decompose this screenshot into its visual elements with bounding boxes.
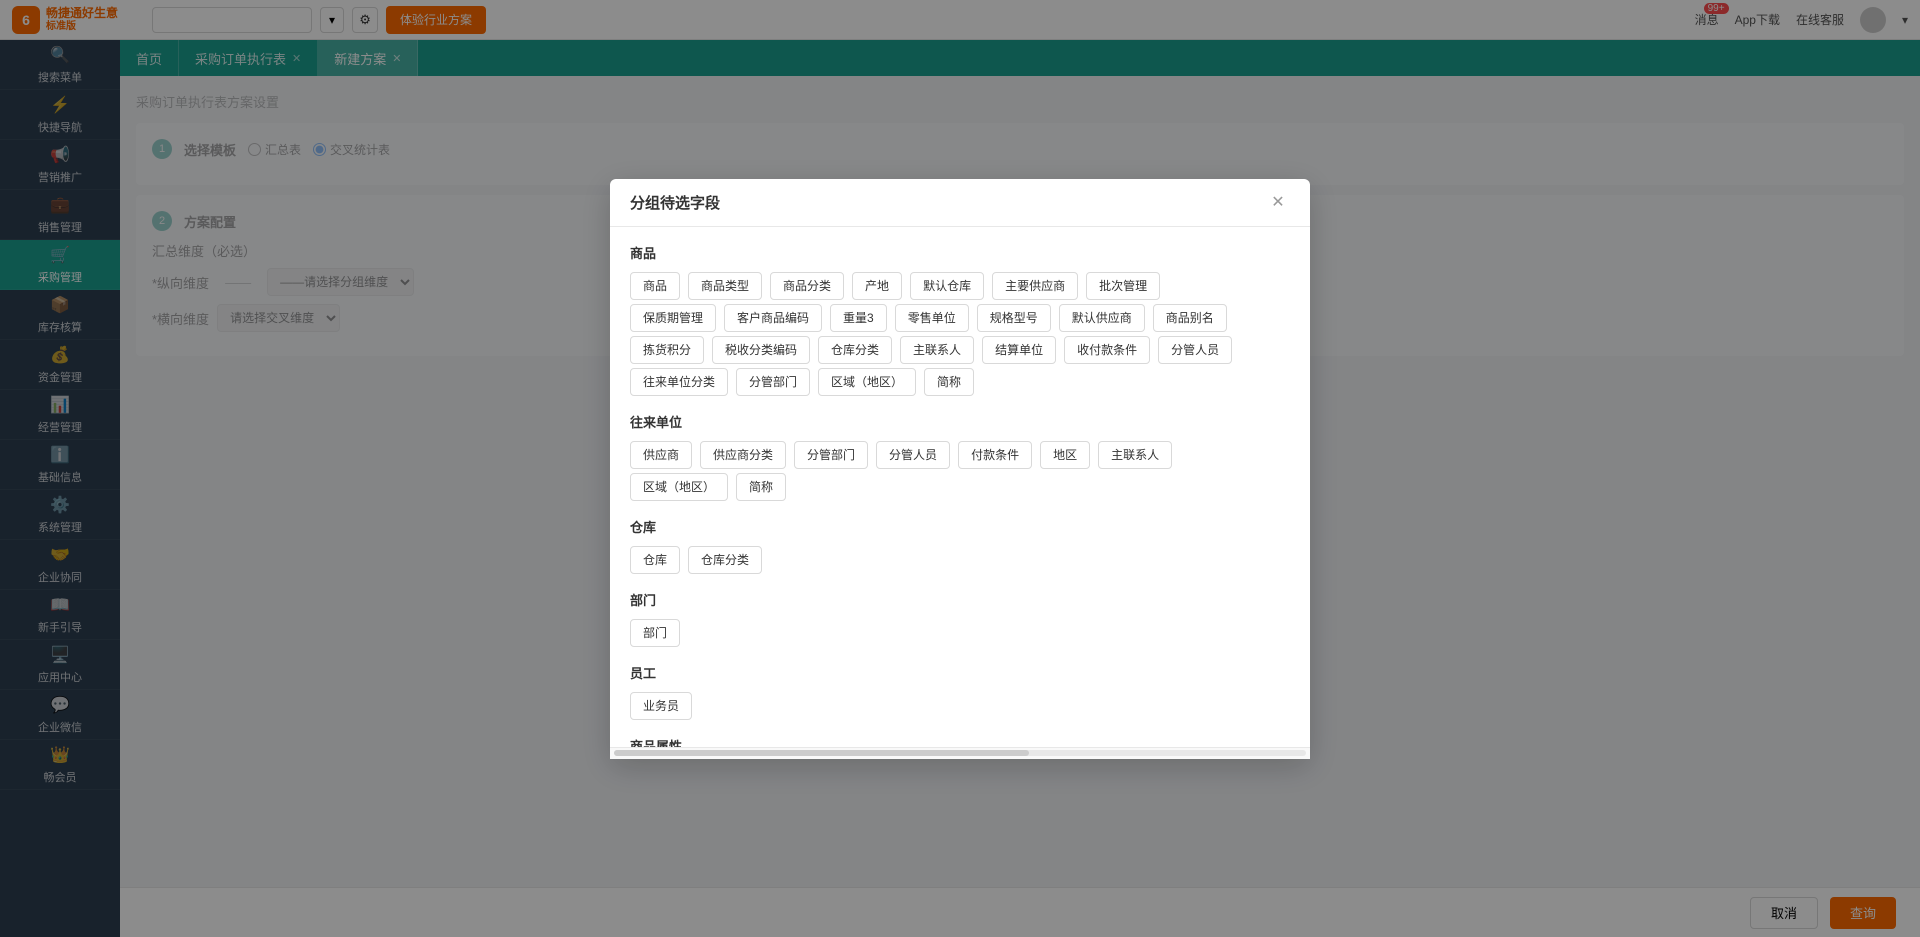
field-tag-origin[interactable]: 产地 (852, 272, 902, 300)
group-partners-tags-2: 区域（地区） 简称 (630, 473, 1290, 501)
field-tag-tax-code[interactable]: 税收分类编码 (712, 336, 810, 364)
field-tag-partner-supervisor[interactable]: 分管人员 (876, 441, 950, 469)
modal-body: 商品 商品 商品类型 商品分类 产地 默认仓库 主要供应商 批次管理 保质期管理… (610, 227, 1310, 747)
group-goods-tags-2: 保质期管理 客户商品编码 重量3 零售单位 规格型号 默认供应商 商品别名 (630, 304, 1290, 332)
group-partners-tags: 供应商 供应商分类 分管部门 分管人员 付款条件 地区 主联系人 (630, 441, 1290, 469)
field-tag-batch-mgmt[interactable]: 批次管理 (1086, 272, 1160, 300)
field-tag-abbr[interactable]: 简称 (924, 368, 974, 396)
field-tag-salesperson[interactable]: 业务员 (630, 692, 692, 720)
modal-footer-scrollbar[interactable] (610, 747, 1310, 759)
horizontal-scroll-track[interactable] (614, 750, 1306, 756)
field-selection-modal: 分组待选字段 ✕ 商品 商品 商品类型 商品分类 产地 默认仓库 主要供应商 批… (610, 179, 1310, 759)
field-tag-payment-terms[interactable]: 收付款条件 (1064, 336, 1150, 364)
modal-overlay: 分组待选字段 ✕ 商品 商品 商品类型 商品分类 产地 默认仓库 主要供应商 批… (0, 0, 1920, 937)
field-tag-region[interactable]: 区域（地区） (818, 368, 916, 396)
field-tag-goods-type[interactable]: 商品类型 (688, 272, 762, 300)
group-title-goods: 商品 (630, 243, 1290, 262)
modal-close-button[interactable]: ✕ (1266, 190, 1290, 214)
group-goods-tags-4: 往来单位分类 分管部门 区域（地区） 简称 (630, 368, 1290, 396)
field-tag-goods[interactable]: 商品 (630, 272, 680, 300)
field-tag-warehouse-cat[interactable]: 仓库分类 (688, 546, 762, 574)
field-tag-partner-abbr[interactable]: 简称 (736, 473, 786, 501)
field-tag-spec-model[interactable]: 规格型号 (977, 304, 1051, 332)
field-tag-weight3[interactable]: 重量3 (830, 304, 887, 332)
group-warehouse-tags: 仓库 仓库分类 (630, 546, 1290, 574)
field-tag-settlement-unit[interactable]: 结算单位 (982, 336, 1056, 364)
field-tag-main-contact[interactable]: 主联系人 (900, 336, 974, 364)
field-tag-retail-unit[interactable]: 零售单位 (895, 304, 969, 332)
field-tag-default-supplier[interactable]: 默认供应商 (1059, 304, 1145, 332)
horizontal-scroll-thumb[interactable] (614, 750, 1029, 756)
group-title-partners: 往来单位 (630, 412, 1290, 431)
field-tag-warehouse-category[interactable]: 仓库分类 (818, 336, 892, 364)
field-tag-customer-code[interactable]: 客户商品编码 (724, 304, 822, 332)
modal-header: 分组待选字段 ✕ (610, 179, 1310, 227)
group-goods-tags: 商品 商品类型 商品分类 产地 默认仓库 主要供应商 批次管理 (630, 272, 1290, 300)
group-title-warehouse: 仓库 (630, 517, 1290, 536)
modal-title: 分组待选字段 (630, 192, 720, 213)
field-tag-goods-category[interactable]: 商品分类 (770, 272, 844, 300)
field-tag-warehouse[interactable]: 仓库 (630, 546, 680, 574)
field-tag-partner-dept[interactable]: 分管部门 (794, 441, 868, 469)
field-tag-quality-period[interactable]: 保质期管理 (630, 304, 716, 332)
group-title-goods-attr: 商品属性 (630, 736, 1290, 747)
group-goods-tags-3: 拣货积分 税收分类编码 仓库分类 主联系人 结算单位 收付款条件 分管人员 (630, 336, 1290, 364)
field-tag-supplier[interactable]: 供应商 (630, 441, 692, 469)
field-tag-goods-alias[interactable]: 商品别名 (1153, 304, 1227, 332)
group-employee-tags: 业务员 (630, 692, 1290, 720)
field-tag-area[interactable]: 地区 (1040, 441, 1090, 469)
field-tag-partner-region[interactable]: 区域（地区） (630, 473, 728, 501)
field-tag-dept[interactable]: 分管部门 (736, 368, 810, 396)
group-title-employee: 员工 (630, 663, 1290, 682)
field-tag-partner-category[interactable]: 往来单位分类 (630, 368, 728, 396)
field-tag-supplier-category[interactable]: 供应商分类 (700, 441, 786, 469)
field-tag-pick-points[interactable]: 拣货积分 (630, 336, 704, 364)
field-tag-default-warehouse[interactable]: 默认仓库 (910, 272, 984, 300)
field-tag-payment-condition[interactable]: 付款条件 (958, 441, 1032, 469)
group-title-department: 部门 (630, 590, 1290, 609)
group-dept-tags: 部门 (630, 619, 1290, 647)
field-tag-department[interactable]: 部门 (630, 619, 680, 647)
field-tag-supervisor[interactable]: 分管人员 (1158, 336, 1232, 364)
field-tag-partner-main-contact[interactable]: 主联系人 (1098, 441, 1172, 469)
field-tag-main-supplier[interactable]: 主要供应商 (992, 272, 1078, 300)
